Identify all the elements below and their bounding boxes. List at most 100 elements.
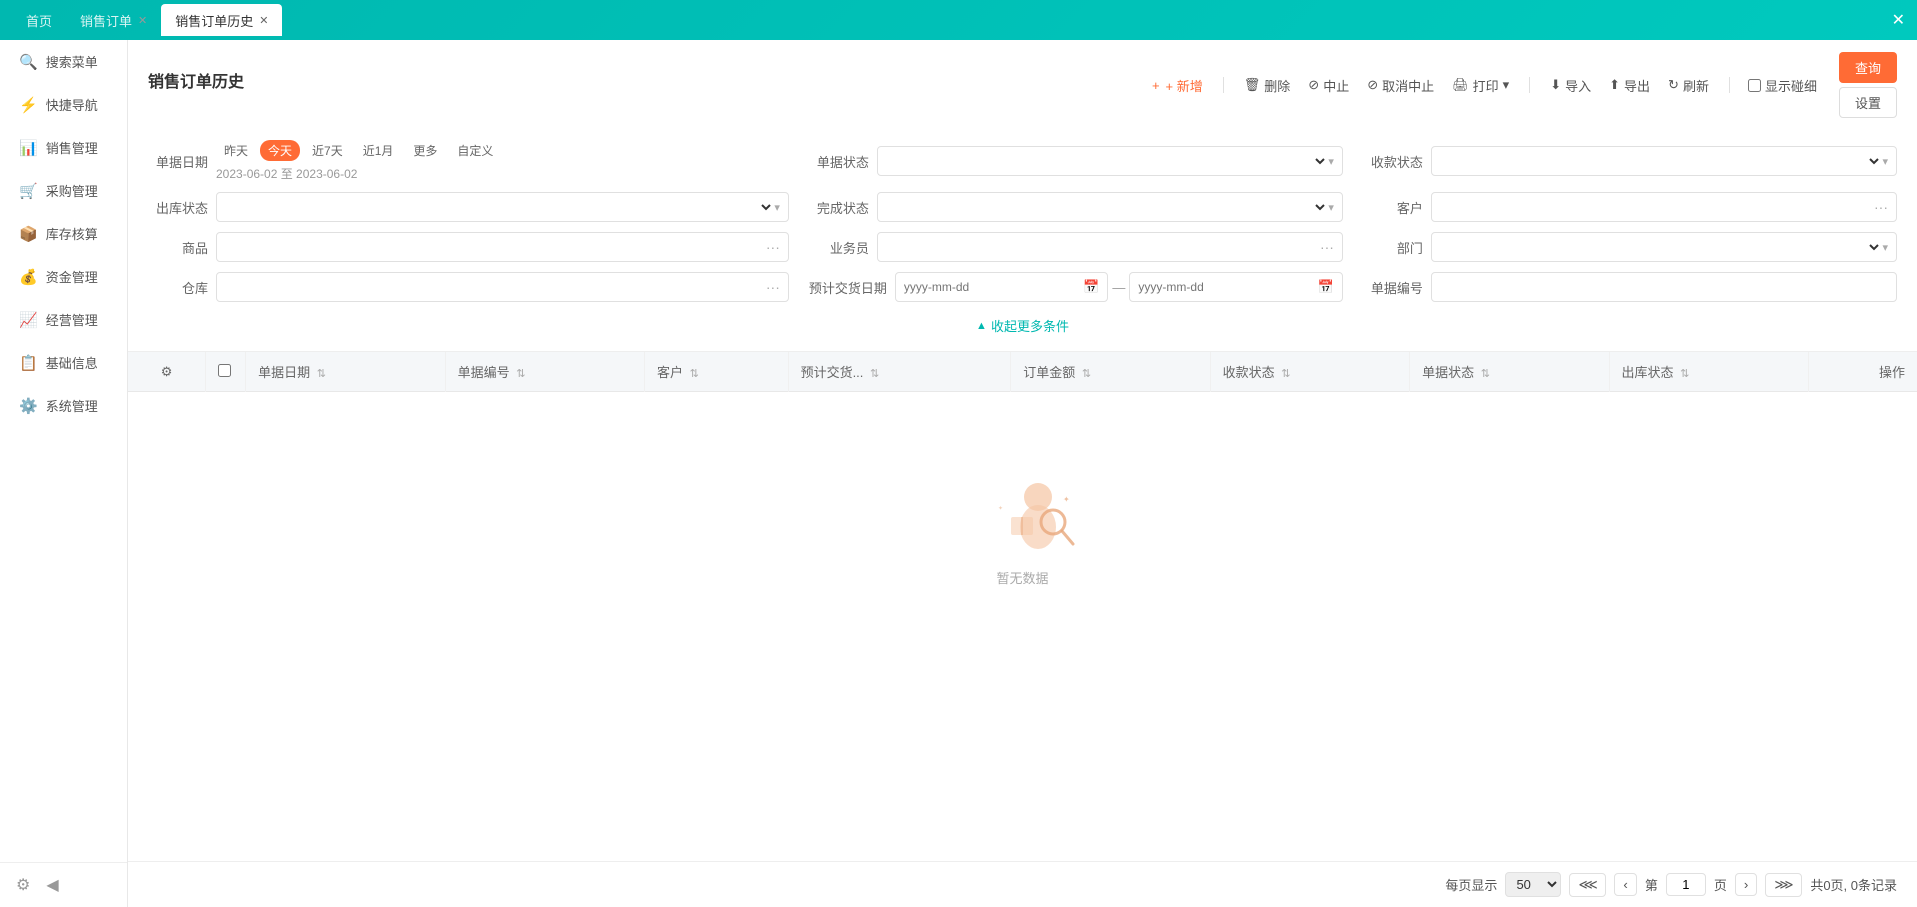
sidebar-item-quick-nav[interactable]: ⚡ 快捷导航 (0, 83, 127, 126)
window-close-icon[interactable]: ✕ (1892, 10, 1905, 30)
main-content: 销售订单历史 + + 新增 🗑 删除 ⊘ 中止 ⊘ 取消中止 🖨 打印 ▾ ⬇ … (128, 40, 1917, 907)
sidebar-item-operation[interactable]: 📈 经营管理 (0, 298, 127, 341)
toolbar: + + 新增 🗑 删除 ⊘ 中止 ⊘ 取消中止 🖨 打印 ▾ ⬇ 导入 ⬆ 导出… (1150, 52, 1897, 118)
date-btn-7days[interactable]: 近7天 (304, 140, 351, 161)
complete-status-input[interactable]: ▾ (877, 192, 1343, 222)
expected-delivery-to[interactable] (1138, 280, 1317, 294)
settings-button[interactable]: 设置 (1839, 87, 1897, 118)
th-outbound-status[interactable]: 出库状态 ⇅ (1609, 352, 1808, 392)
new-button[interactable]: + + 新增 (1150, 72, 1205, 99)
stop-button[interactable]: ⊘ 中止 (1306, 72, 1351, 99)
print-button[interactable]: 🖨 打印 ▾ (1450, 72, 1511, 99)
collapse-row[interactable]: ▲ 收起更多条件 (148, 312, 1897, 339)
customer-field[interactable] (1440, 200, 1874, 215)
refresh-button[interactable]: ↻ 刷新 (1666, 72, 1711, 99)
date-btn-custom[interactable]: 自定义 (449, 140, 501, 161)
expected-delivery-from[interactable] (904, 280, 1083, 294)
date-options: 昨天 今天 近7天 近1月 更多 自定义 2023-06-02 至 2023-0… (216, 140, 789, 182)
sidebar-item-sales[interactable]: 📊 销售管理 (0, 126, 127, 169)
th-amount[interactable]: 订单金额 ⇅ (1011, 352, 1210, 392)
purchase-icon: 🛒 (19, 182, 38, 200)
order-no-filter: 单据编号 (1363, 272, 1897, 302)
table-head: ⚙ 单据日期 ⇅ 单据编号 ⇅ 客户 (128, 352, 1917, 392)
warehouse-field[interactable] (225, 280, 766, 295)
close-sales-order-tab[interactable]: ✕ (138, 14, 147, 27)
sidebar-item-finance[interactable]: 💰 资金管理 (0, 255, 127, 298)
calendar-to-icon[interactable]: 📅 (1318, 279, 1334, 295)
filter-area: 单据日期 昨天 今天 近7天 近1月 更多 自定义 2023-06-02 至 2… (128, 128, 1917, 352)
outbound-status-select[interactable] (225, 199, 774, 216)
sort-delivery-icon: ⇅ (870, 368, 879, 380)
page-number-input[interactable] (1666, 873, 1706, 896)
export-button[interactable]: ⬆ 导出 (1607, 72, 1652, 99)
expected-delivery-from-wrap[interactable]: 📅 (895, 272, 1109, 302)
salesperson-field[interactable] (886, 240, 1320, 255)
query-button[interactable]: 查询 (1839, 52, 1897, 83)
warehouse-more-icon[interactable]: ··· (766, 279, 780, 295)
warehouse-input[interactable]: ··· (216, 272, 789, 302)
receipt-status-input[interactable]: ▾ (1431, 146, 1897, 176)
tab-sales-order[interactable]: 销售订单 ✕ (66, 4, 161, 36)
complete-status-select[interactable] (886, 199, 1329, 216)
filter-row-1: 单据日期 昨天 今天 近7天 近1月 更多 自定义 2023-06-02 至 2… (148, 140, 1897, 182)
customer-input[interactable]: ··· (1431, 192, 1897, 222)
order-status-input[interactable]: ▾ (877, 146, 1343, 176)
complete-status-filter: 完成状态 ▾ (809, 192, 1343, 222)
order-no-input[interactable] (1431, 272, 1897, 302)
tab-home[interactable]: 首页 (12, 4, 66, 36)
date-btn-1month[interactable]: 近1月 (355, 140, 402, 161)
th-customer[interactable]: 客户 ⇅ (644, 352, 788, 392)
data-table: ⚙ 单据日期 ⇅ 单据编号 ⇅ 客户 (128, 352, 1917, 392)
customer-more-icon[interactable]: ··· (1874, 199, 1888, 215)
order-no-field[interactable] (1440, 280, 1888, 295)
check-all-input[interactable] (218, 364, 231, 377)
department-select[interactable] (1440, 239, 1883, 256)
sidebar-item-basic[interactable]: 📋 基础信息 (0, 341, 127, 384)
next-page-button[interactable]: › (1735, 873, 1757, 896)
page-size-select[interactable]: 50 20 100 (1505, 872, 1561, 897)
sort-customer-icon: ⇅ (690, 368, 699, 380)
import-button[interactable]: ⬇ 导入 (1548, 72, 1593, 99)
date-filter: 单据日期 昨天 今天 近7天 近1月 更多 自定义 2023-06-02 至 2… (148, 140, 789, 182)
sort-order-no-icon: ⇅ (516, 368, 525, 380)
calendar-from-icon[interactable]: 📅 (1083, 279, 1099, 295)
complete-status-drop-icon: ▾ (1328, 201, 1334, 214)
sidebar-item-system[interactable]: ⚙️ 系统管理 (0, 384, 127, 427)
product-more-icon[interactable]: ··· (766, 239, 780, 255)
sort-amount-icon: ⇅ (1082, 368, 1091, 380)
sidebar-item-search[interactable]: 🔍 搜索菜单 (0, 40, 127, 83)
display-cols-input[interactable] (1748, 79, 1761, 92)
settings-bottom-icon[interactable]: ⚙ (16, 875, 30, 895)
th-expected-delivery[interactable]: 预计交货... ⇅ (788, 352, 1011, 392)
display-cols-checkbox[interactable]: 显示碰细 (1748, 76, 1817, 95)
tab-sales-order-history[interactable]: 销售订单历史 ✕ (161, 4, 282, 36)
date-btn-yesterday[interactable]: 昨天 (216, 140, 256, 161)
outbound-status-input[interactable]: ▾ (216, 192, 789, 222)
salesperson-input[interactable]: ··· (877, 232, 1343, 262)
cancel-stop-button[interactable]: ⊘ 取消中止 (1365, 72, 1436, 99)
department-input[interactable]: ▾ (1431, 232, 1897, 262)
salesperson-more-icon[interactable]: ··· (1320, 239, 1334, 255)
prev-page-button[interactable]: ‹ (1614, 873, 1636, 896)
product-field[interactable] (225, 240, 766, 255)
sep2 (1529, 77, 1530, 93)
receipt-status-select[interactable] (1440, 153, 1883, 170)
close-history-tab[interactable]: ✕ (259, 14, 268, 27)
date-btn-more[interactable]: 更多 (405, 140, 445, 161)
collapse-sidebar-icon[interactable]: ◀ (46, 875, 58, 895)
date-btn-today[interactable]: 今天 (260, 140, 300, 161)
expected-delivery-to-wrap[interactable]: 📅 (1129, 272, 1343, 302)
th-order-no[interactable]: 单据编号 ⇅ (445, 352, 644, 392)
last-page-button[interactable]: ⋙ (1765, 873, 1802, 897)
sidebar-item-inventory[interactable]: 📦 库存核算 (0, 212, 127, 255)
delete-button[interactable]: 🗑 删除 (1242, 72, 1293, 99)
th-settings[interactable]: ⚙ (128, 352, 206, 392)
product-input[interactable]: ··· (216, 232, 789, 262)
order-status-select[interactable] (886, 153, 1329, 170)
th-order-status[interactable]: 单据状态 ⇅ (1410, 352, 1609, 392)
th-receipt-status[interactable]: 收款状态 ⇅ (1210, 352, 1409, 392)
sidebar-item-purchase[interactable]: 🛒 采购管理 (0, 169, 127, 212)
th-date[interactable]: 单据日期 ⇅ (246, 352, 445, 392)
first-page-button[interactable]: ⋘ (1569, 873, 1606, 897)
sidebar-bottom: ⚙ ◀ (0, 862, 127, 907)
